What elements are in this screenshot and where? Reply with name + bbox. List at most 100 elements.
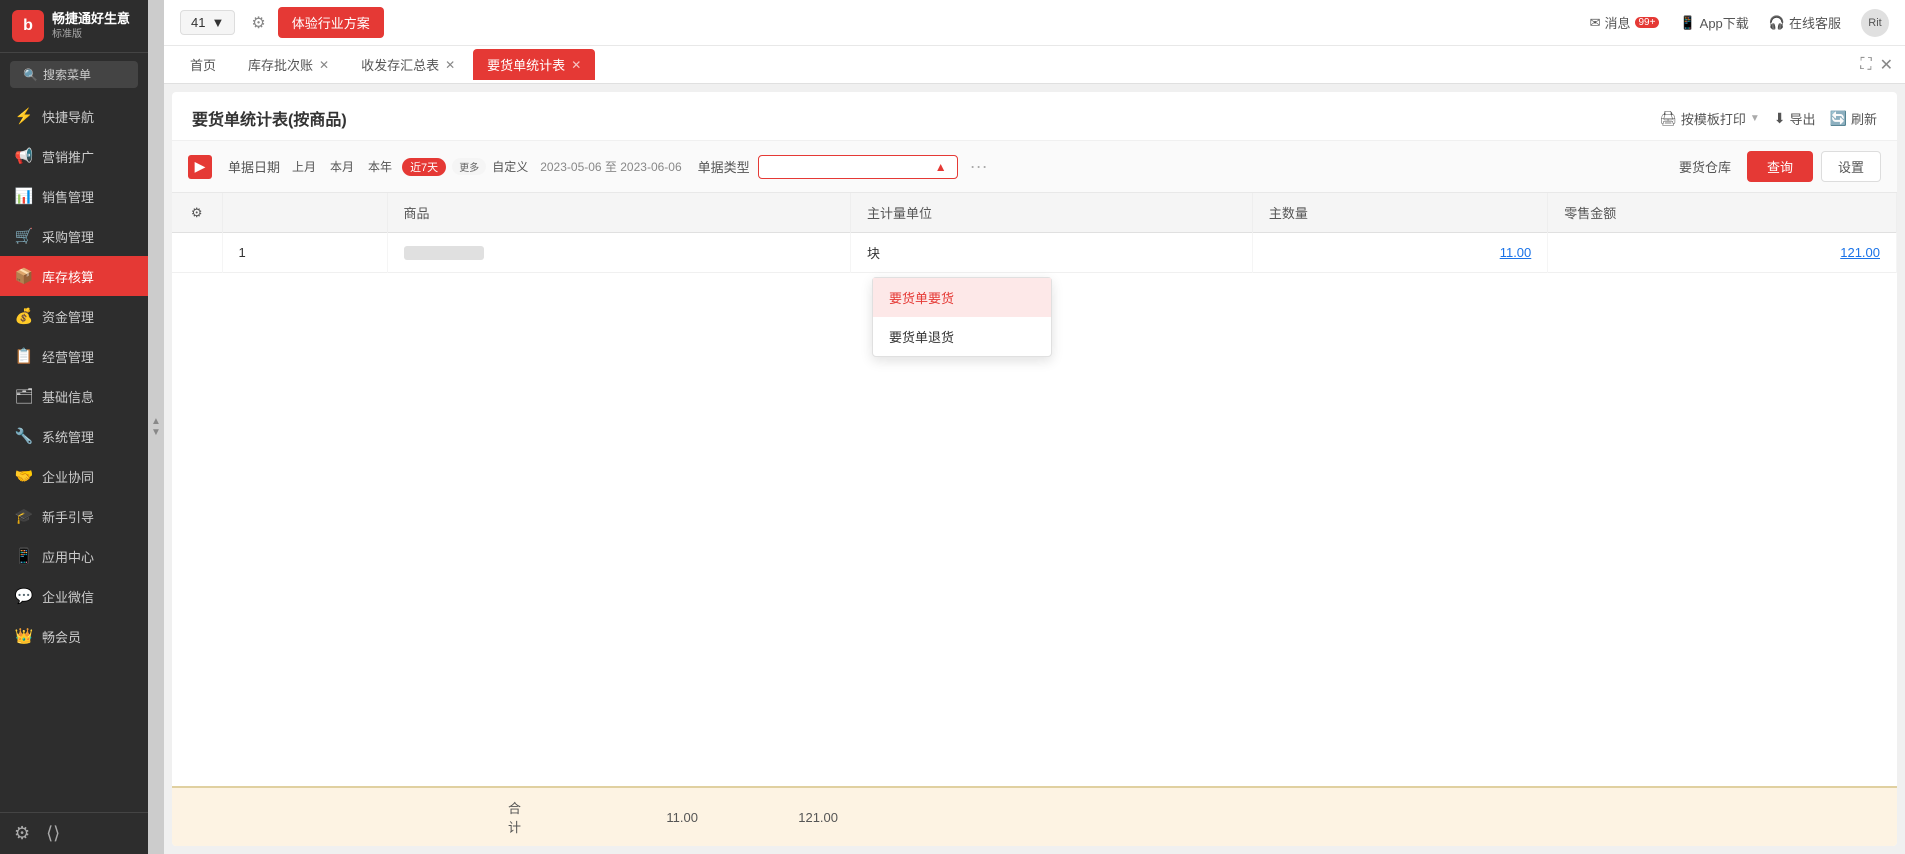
settings-button[interactable]: 设置 — [1821, 151, 1881, 182]
date-shortcuts: 上月 本月 本年 近7天 更多 自定义 — [288, 156, 528, 177]
sidebar-bottom: ⚙ ⟨⟩ — [0, 812, 148, 854]
sidebar: b 畅捷通好生意 标准版 🔍 搜索菜单 ⚡ 快捷导航 📢 营销推广 📊 销售管理… — [0, 0, 148, 854]
basic-label: 基础信息 — [42, 387, 94, 406]
td-index: 1 — [222, 233, 387, 273]
tab-receive-summary[interactable]: 收发存汇总表 ✕ — [347, 49, 469, 80]
sidebar-item-purchase[interactable]: 🛒 采购管理 — [0, 216, 148, 256]
online-service-label: 在线客服 — [1789, 13, 1841, 32]
topbar: 41 ▼ ⚙ 体验行业方案 ✉ 消息 99+ 📱 App下载 🎧 在线客服 Ri… — [164, 0, 1905, 46]
th-qty: 主数量 — [1252, 193, 1547, 233]
maximize-icon[interactable]: ⛶ — [1860, 56, 1871, 74]
app-logo-icon: b — [12, 10, 44, 42]
date-recent-7[interactable]: 近7天 — [402, 158, 446, 176]
wechat-icon: 💬 — [14, 586, 34, 606]
tab-home[interactable]: 首页 — [176, 49, 230, 80]
tabs-bar: 首页 库存批次账 ✕ 收发存汇总表 ✕ 要货单统计表 ✕ ⛶ ✕ — [164, 46, 1905, 84]
product-placeholder — [404, 246, 484, 260]
dropdown-item-order-label: 要货单要货 — [889, 291, 954, 306]
system-icon: 🔧 — [14, 426, 34, 446]
message-badge: 99+ — [1635, 17, 1660, 28]
sales-icon: 📊 — [14, 186, 34, 206]
tab-batch-account-close[interactable]: ✕ — [319, 58, 329, 72]
refresh-icon: 🔄 — [1830, 110, 1847, 127]
page-header: 要货单统计表(按商品) 🖨 按模板打印 ▼ ⬇ 导出 🔄 刷新 — [172, 92, 1897, 141]
headset-icon: 🎧 — [1769, 15, 1785, 31]
quick-nav-label: 快捷导航 — [42, 107, 94, 126]
sidebar-item-app-center[interactable]: 📱 应用中心 — [0, 536, 148, 576]
sidebar-item-system[interactable]: 🔧 系统管理 — [0, 416, 148, 456]
system-label: 系统管理 — [42, 427, 94, 446]
tab-batch-account[interactable]: 库存批次账 ✕ — [234, 49, 343, 80]
tab-order-stats[interactable]: 要货单统计表 ✕ — [473, 49, 595, 80]
message-label: 消息 — [1604, 13, 1630, 32]
date-this-year[interactable]: 本年 — [364, 156, 396, 177]
sidebar-item-quick-nav[interactable]: ⚡ 快捷导航 — [0, 96, 148, 136]
dropdown-item-order[interactable]: 要货单要货 — [873, 278, 1051, 317]
dropdown-item-return-label: 要货单退货 — [889, 330, 954, 345]
print-action[interactable]: 🖨 按模板打印 ▼ — [1659, 109, 1760, 128]
sidebar-item-vip[interactable]: 👑 畅会员 — [0, 616, 148, 656]
operations-label: 经营管理 — [42, 347, 94, 366]
app-download-item[interactable]: 📱 App下载 — [1679, 13, 1748, 32]
sidebar-item-operations[interactable]: 📋 经营管理 — [0, 336, 148, 376]
operations-icon: 📋 — [14, 346, 34, 366]
td-amount[interactable]: 121.00 — [1548, 233, 1897, 273]
inventory-label: 库存核算 — [42, 267, 94, 286]
vip-label: 畅会员 — [42, 627, 81, 646]
td-qty[interactable]: 11.00 — [1252, 233, 1547, 273]
refresh-label: 刷新 — [1851, 109, 1877, 128]
th-settings[interactable]: ⚙ — [172, 193, 222, 233]
page-title: 要货单统计表(按商品) — [192, 106, 347, 130]
vip-icon: 👑 — [14, 626, 34, 646]
trial-btn[interactable]: 体验行业方案 — [278, 7, 384, 38]
data-table: ⚙ 商品 主计量单位 主数量 零售金额 1 — [172, 193, 1897, 273]
sidebar-item-enterprise[interactable]: 🤝 企业协同 — [0, 456, 148, 496]
refresh-action[interactable]: 🔄 刷新 — [1830, 109, 1877, 128]
date-this-month[interactable]: 本月 — [326, 156, 358, 177]
date-filter-label: 单据日期 — [228, 157, 280, 176]
online-service-item[interactable]: 🎧 在线客服 — [1769, 13, 1841, 32]
query-button[interactable]: 查询 — [1747, 151, 1813, 182]
tab-home-label: 首页 — [190, 55, 216, 74]
message-item[interactable]: ✉ 消息 99+ — [1590, 13, 1660, 32]
enterprise-icon: 🤝 — [14, 466, 34, 486]
app-download-label: App下载 — [1700, 13, 1749, 32]
filter-more-icon[interactable]: ··· — [970, 156, 988, 177]
search-menu[interactable]: 🔍 搜索菜单 — [10, 61, 138, 88]
purchase-label: 采购管理 — [42, 227, 94, 246]
tab-order-stats-close[interactable]: ✕ — [571, 58, 581, 72]
filter-expand-btn[interactable]: ▶ — [188, 155, 212, 179]
settings-icon[interactable]: ⚙ — [14, 823, 30, 844]
sidebar-item-finance[interactable]: 💰 资金管理 — [0, 296, 148, 336]
sidebar-item-wechat[interactable]: 💬 企业微信 — [0, 576, 148, 616]
chevron-up-icon: ▲ — [935, 160, 947, 174]
sidebar-item-basic[interactable]: 🗂 基础信息 — [0, 376, 148, 416]
user-avatar[interactable]: Rit — [1861, 9, 1889, 37]
warehouse-filter-label: 要货仓库 — [1679, 157, 1731, 176]
sidebar-item-marketing[interactable]: 📢 营销推广 — [0, 136, 148, 176]
brand-name: 畅捷通好生意 — [52, 11, 130, 28]
sidebar-item-guide[interactable]: 🎓 新手引导 — [0, 496, 148, 536]
export-action[interactable]: ⬇ 导出 — [1774, 109, 1816, 128]
sidebar-item-sales[interactable]: 📊 销售管理 — [0, 176, 148, 216]
company-selector[interactable]: 41 ▼ — [180, 10, 235, 35]
sidebar-scroll-handle[interactable]: ▲▼ — [148, 0, 164, 854]
date-last-month[interactable]: 上月 — [288, 156, 320, 177]
tab-receive-summary-close[interactable]: ✕ — [445, 58, 455, 72]
filter-actions: 查询 设置 — [1747, 151, 1881, 182]
dropdown-item-return[interactable]: 要货单退货 — [873, 317, 1051, 356]
marketing-icon: 📢 — [14, 146, 34, 166]
marketing-label: 营销推广 — [42, 147, 94, 166]
footer-label: 合计 — [278, 798, 508, 836]
finance-label: 资金管理 — [42, 307, 94, 326]
date-custom[interactable]: 自定义 — [492, 158, 528, 175]
close-all-icon[interactable]: ✕ — [1880, 55, 1893, 75]
topbar-gear-icon[interactable]: ⚙ — [251, 13, 265, 33]
sidebar-item-inventory[interactable]: 📦 库存核算 — [0, 256, 148, 296]
sidebar-collapse-icon[interactable]: ⟨⟩ — [46, 823, 60, 844]
th-index — [222, 193, 387, 233]
chevron-down-icon: ▼ — [211, 15, 224, 30]
date-more-badge[interactable]: 更多 — [452, 158, 486, 175]
type-filter-select[interactable]: ▲ — [758, 155, 958, 179]
print-label: 按模板打印 — [1681, 109, 1746, 128]
